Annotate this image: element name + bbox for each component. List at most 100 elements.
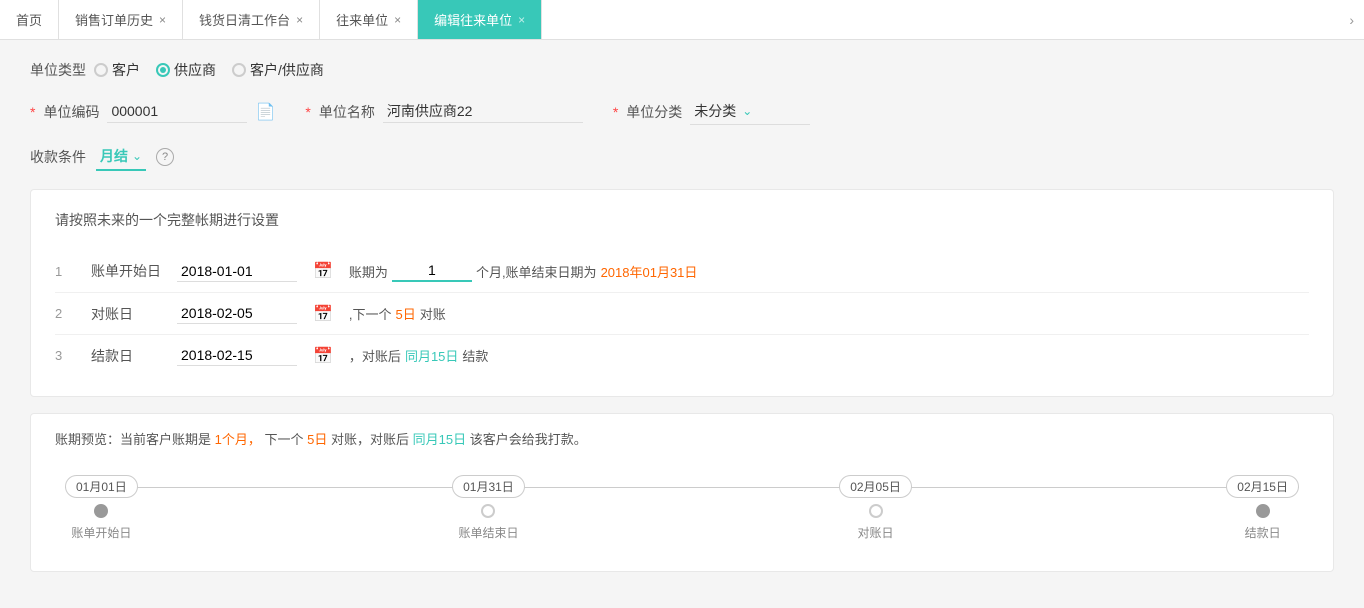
radio-both[interactable]: 客户/供应商 [232,60,324,80]
row-3-cal-icon[interactable]: 📅 [313,346,333,366]
payment-select[interactable]: 月结 ⌄ [96,143,146,171]
preview-highlight1: 1个月， [215,432,261,447]
radio-customer[interactable]: 客户 [94,60,140,80]
timeline: 01月01日 账单开始日 01月31日 账单结束日 02月05日 对账日 02月… [55,475,1309,541]
radio-customer-label: 客户 [112,60,140,80]
radio-both-label: 客户/供应商 [250,60,324,80]
tab-contacts[interactable]: 往来单位 × [320,0,418,39]
timeline-dot-3 [1256,504,1270,518]
preview-suffix: 该客户会给我打款。 [470,432,587,447]
payment-label: 收款条件 [30,147,86,167]
row-3-label: 结款日 [91,346,161,366]
preview-highlight3: 同月15日 [413,432,466,447]
unit-code-label: 单位编码 [43,102,99,122]
payment-help-icon[interactable]: ? [156,148,174,166]
timeline-dot-0 [94,504,108,518]
row-1-num: 1 [55,264,75,279]
row-1-highlight: 2018年01月31日 [601,262,698,281]
preview-mid2: 对账，对账后 [331,432,409,447]
unit-type-row: 单位类型 客户 供应商 客户/供应商 [30,60,1334,80]
payment-row: 收款条件 月结 ⌄ ? [30,143,1334,171]
timeline-dot-2 [869,504,883,518]
timeline-date-3: 02月15日 [1226,475,1299,498]
unit-info-row: * 单位编码 📄 * 单位名称 * 单位分类 未分类 ⌄ [30,98,1334,125]
unit-code-input[interactable] [107,100,247,123]
radio-customer-circle [94,63,108,77]
row-3-desc-prefix: ，对账后 [349,346,401,365]
preview-prefix: 账期预览：当前客户账期是 [55,432,211,447]
row-3-num: 3 [55,348,75,363]
row-2-date-input[interactable] [177,303,297,324]
radio-supplier[interactable]: 供应商 [156,60,216,80]
settings-row-2: 2 对账日 📅 ,下一个 5日 对账 [55,293,1309,335]
tab-sales-history-close[interactable]: × [159,13,166,27]
timeline-label-2: 对账日 [858,524,894,541]
row-3-desc-suffix: 结款 [462,346,488,365]
tab-sales-history[interactable]: 销售订单历史 × [59,0,183,39]
timeline-point-1: 01月31日 账单结束日 [452,475,525,541]
unit-name-input[interactable] [383,100,583,123]
unit-category-arrow-icon: ⌄ [742,104,752,118]
row-2-desc-suffix: 对账 [420,304,446,323]
row-1-desc-suffix: 个月,账单结束日期为 [476,262,597,281]
timeline-date-0: 01月01日 [65,475,138,498]
timeline-point-2: 02月05日 对账日 [839,475,912,541]
payment-select-arrow-icon: ⌄ [132,149,142,163]
preview-highlight2: 5日 [307,432,327,447]
row-3-highlight: 同月15日 [405,346,458,365]
radio-supplier-circle [156,63,170,77]
unit-type-field: 单位类型 客户 供应商 客户/供应商 [30,60,324,80]
unit-category-select[interactable]: 未分类 ⌄ [690,98,810,125]
main-content: 单位类型 客户 供应商 客户/供应商 * 单位编码 [0,40,1364,608]
tab-cash-work-close[interactable]: × [296,13,303,27]
timeline-date-1: 01月31日 [452,475,525,498]
tab-contacts-label: 往来单位 [336,10,388,29]
tab-cash-work-label: 钱货日清工作台 [199,10,290,29]
row-2-cal-icon[interactable]: 📅 [313,304,333,324]
unit-category-star: * [613,104,618,120]
unit-category-field: * 单位分类 未分类 ⌄ [613,98,810,125]
timeline-label-3: 结款日 [1245,524,1281,541]
row-2-label: 对账日 [91,304,161,324]
timeline-point-3: 02月15日 结款日 [1226,475,1299,541]
radio-supplier-label: 供应商 [174,60,216,80]
preview-text: 账期预览：当前客户账期是 1个月， 下一个 5日 对账，对账后 同月15日 该客… [55,430,1309,451]
tab-edit-contacts[interactable]: 编辑往来单位 × [418,0,542,39]
payment-select-value: 月结 [100,146,128,166]
row-1-desc: 账期为 个月,账单结束日期为 2018年01月31日 [349,260,697,282]
unit-type-label: 单位类型 [30,60,86,80]
unit-category-value: 未分类 [694,101,736,121]
unit-name-label: 单位名称 [319,102,375,122]
row-3-date-input[interactable] [177,345,297,366]
timeline-dot-1 [481,504,495,518]
row-1-cal-icon[interactable]: 📅 [313,261,333,281]
tab-contacts-close[interactable]: × [394,13,401,27]
unit-name-star: * [305,104,310,120]
unit-code-copy-icon[interactable]: 📄 [255,102,275,122]
help-question-mark: ? [162,151,168,163]
tab-bar: 首页 销售订单历史 × 钱货日清工作台 × 往来单位 × 编辑往来单位 × › [0,0,1364,40]
card-title: 请按照未来的一个完整帐期进行设置 [55,210,1309,230]
settings-row-1: 1 账单开始日 📅 账期为 个月,账单结束日期为 2018年01月31日 [55,250,1309,293]
tab-home[interactable]: 首页 [0,0,59,39]
tab-overflow-arrow[interactable]: › [1339,0,1364,39]
row-2-num: 2 [55,306,75,321]
radio-both-circle [232,63,246,77]
tab-cash-work[interactable]: 钱货日清工作台 × [183,0,320,39]
timeline-point-0: 01月01日 账单开始日 [65,475,138,541]
tab-edit-contacts-close[interactable]: × [518,13,525,27]
row-2-highlight: 5日 [396,304,416,323]
preview-section: 账期预览：当前客户账期是 1个月， 下一个 5日 对账，对账后 同月15日 该客… [30,413,1334,572]
unit-code-field: * 单位编码 📄 [30,100,275,123]
timeline-label-1: 账单结束日 [458,524,518,541]
period-input[interactable] [392,260,472,282]
unit-name-field: * 单位名称 [305,100,582,123]
row-2-desc: ,下一个 5日 对账 [349,304,446,323]
preview-mid1: 下一个 [265,432,304,447]
unit-category-label: 单位分类 [626,102,682,122]
settings-table: 1 账单开始日 📅 账期为 个月,账单结束日期为 2018年01月31日 2 对… [55,250,1309,376]
row-1-desc-prefix: 账期为 [349,262,388,281]
radio-group: 客户 供应商 客户/供应商 [94,60,324,80]
row-1-date-input[interactable] [177,261,297,282]
timeline-points: 01月01日 账单开始日 01月31日 账单结束日 02月05日 对账日 02月… [65,475,1299,541]
